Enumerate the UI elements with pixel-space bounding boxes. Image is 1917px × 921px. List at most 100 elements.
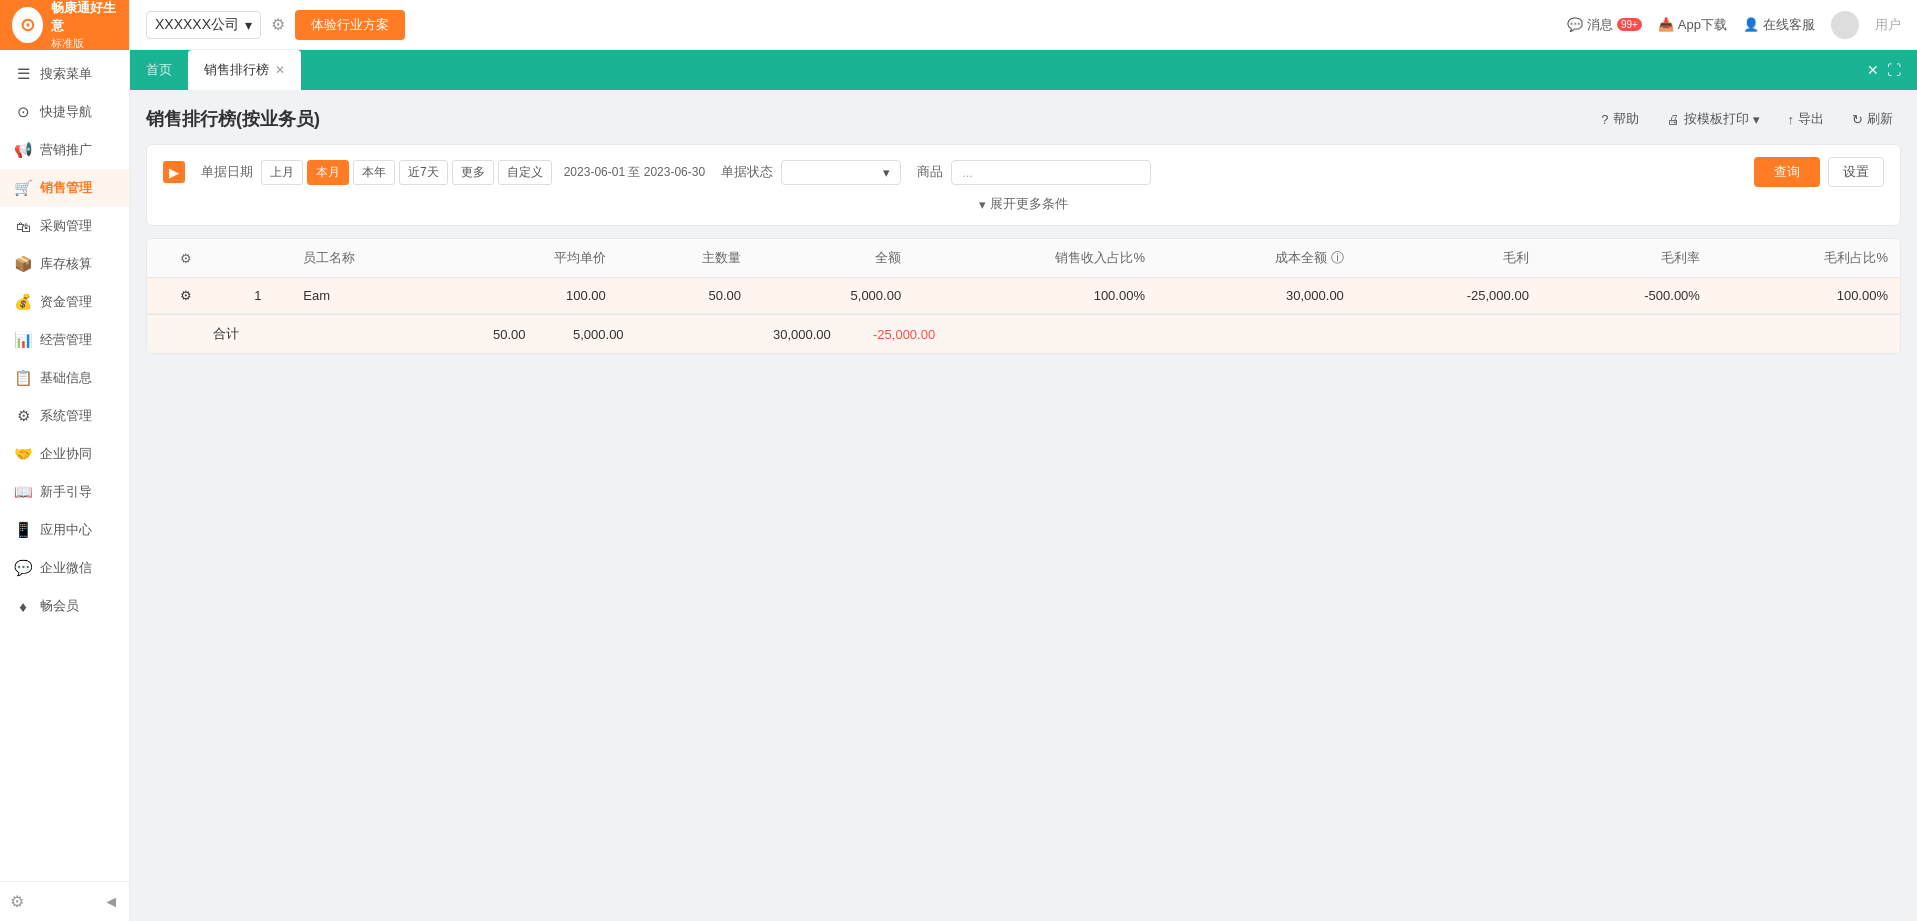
vip-icon: ♦ (14, 598, 32, 615)
table-header-row: ⚙ 员工名称 平均单价 主数量 全额 销售收入占比% 成本全额 ⓘ 毛利 毛利率… (147, 239, 1900, 278)
sidebar-item-vip[interactable]: ♦ 畅会员 (0, 587, 129, 625)
tab-controls: ✕ ⛶ (1867, 62, 1917, 78)
row-qty: 50.00 (618, 278, 753, 314)
page-actions: ? 帮助 🖨 按模板打印 ▾ ↑ 导出 ↻ 刷新 (1593, 106, 1901, 132)
online-service-button[interactable]: 👤 在线客服 (1743, 16, 1815, 34)
date-btn-custom[interactable]: 自定义 (498, 160, 552, 185)
date-btn-this-year[interactable]: 本年 (353, 160, 395, 185)
col-settings[interactable]: ⚙ (147, 239, 224, 278)
status-filter: 单据状态 ▾ (721, 160, 901, 185)
help-icon: ? (1601, 112, 1608, 127)
filter-action-buttons: 查询 设置 (1754, 157, 1884, 187)
company-selector[interactable]: XXXXXX公司 ▾ (146, 11, 261, 39)
tab-home[interactable]: 首页 (130, 50, 188, 90)
date-btn-last-7days[interactable]: 近7天 (399, 160, 448, 185)
sidebar-item-quick-nav[interactable]: ⊙ 快捷导航 (0, 93, 129, 131)
sidebar-settings-icon[interactable]: ⚙ (10, 892, 24, 911)
tab-close-all-icon[interactable]: ✕ (1867, 62, 1879, 78)
sidebar-item-system-mgmt[interactable]: ⚙ 系统管理 (0, 397, 129, 435)
trial-button[interactable]: 体验行业方案 (295, 10, 405, 40)
chevron-down-icon: ▾ (979, 197, 986, 212)
logo-icon: ⊙ (12, 7, 43, 43)
date-buttons: 上月 本月 本年 近7天 更多 自定义 (261, 160, 552, 185)
topbar-settings-icon[interactable]: ⚙ (271, 15, 285, 34)
sidebar-logo: ⊙ 畅康通好生意 标准版 (0, 0, 129, 50)
enterprise-wechat-icon: 💬 (14, 559, 32, 577)
refresh-button[interactable]: ↻ 刷新 (1844, 106, 1901, 132)
app-download-button[interactable]: 📥 App下载 (1658, 16, 1727, 34)
marketing-icon: 📢 (14, 141, 32, 159)
help-button[interactable]: ? 帮助 (1593, 106, 1646, 132)
capital-mgmt-icon: 💰 (14, 293, 32, 311)
row-sales-ratio: 100.00% (913, 278, 1157, 314)
sidebar-item-newbie-guide[interactable]: 📖 新手引导 (0, 473, 129, 511)
main-content: 销售排行榜(按业务员) ? 帮助 🖨 按模板打印 ▾ ↑ 导出 ↻ 刷新 (130, 90, 1917, 921)
date-btn-more[interactable]: 更多 (452, 160, 494, 185)
tab-sales-ranking[interactable]: 销售排行榜 ✕ (188, 50, 301, 90)
print-icon: 🖨 (1667, 112, 1680, 127)
footer-label: 合计 (201, 325, 281, 343)
sidebar-collapse-icon[interactable]: ◄ (103, 893, 119, 911)
col-gross-margin: 毛利率 (1541, 239, 1712, 278)
basic-info-icon: 📋 (14, 369, 32, 387)
footer-amount: 5,000.00 (561, 327, 661, 342)
row-settings[interactable]: ⚙ (147, 278, 224, 314)
col-rank (224, 239, 291, 278)
table-footer: 合计 50.00 5,000.00 30,000.00 -25,000.00 (147, 314, 1900, 353)
expand-more-button[interactable]: ▾ 展开更多条件 (163, 195, 1884, 213)
sidebar-item-enterprise-collab[interactable]: 🤝 企业协同 (0, 435, 129, 473)
user-avatar[interactable] (1831, 11, 1859, 39)
sidebar-item-enterprise-wechat[interactable]: 💬 企业微信 (0, 549, 129, 587)
sidebar-item-operation-mgmt[interactable]: 📊 经营管理 (0, 321, 129, 359)
col-sales-ratio: 销售收入占比% (913, 239, 1157, 278)
sidebar-item-search-orders[interactable]: ☰ 搜索菜单 (0, 55, 129, 93)
chevron-down-icon: ▾ (883, 165, 890, 180)
tab-close-icon[interactable]: ✕ (275, 63, 285, 77)
table-container: ⚙ 员工名称 平均单价 主数量 全额 销售收入占比% 成本全额 ⓘ 毛利 毛利率… (146, 238, 1901, 354)
topbar-left: XXXXXX公司 ▾ ⚙ 体验行业方案 (146, 10, 405, 40)
query-button[interactable]: 查询 (1754, 157, 1820, 187)
page-header: 销售排行榜(按业务员) ? 帮助 🖨 按模板打印 ▾ ↑ 导出 ↻ 刷新 (146, 106, 1901, 132)
operation-mgmt-icon: 📊 (14, 331, 32, 349)
page-title: 销售排行榜(按业务员) (146, 107, 320, 131)
sidebar-item-sales-mgmt[interactable]: 🛒 销售管理 (0, 169, 129, 207)
date-btn-this-month[interactable]: 本月 (307, 160, 349, 185)
col-profit-ratio: 毛利占比% (1712, 239, 1900, 278)
filter-collapse-btn[interactable]: ▶ (163, 161, 185, 183)
col-cost-amount: 成本全额 ⓘ (1157, 239, 1356, 278)
sidebar-item-capital-mgmt[interactable]: 💰 资金管理 (0, 283, 129, 321)
sidebar-item-inventory[interactable]: 📦 库存核算 (0, 245, 129, 283)
goods-input[interactable]: ... (951, 160, 1151, 185)
col-name: 员工名称 (291, 239, 454, 278)
col-amount: 全额 (753, 239, 913, 278)
topbar: XXXXXX公司 ▾ ⚙ 体验行业方案 💬 消息 99+ 📥 App下载 👤 在… (130, 0, 1917, 50)
sidebar-bottom: ⚙ ◄ (0, 881, 129, 921)
footer-qty: 50.00 (481, 327, 561, 342)
service-icon: 👤 (1743, 17, 1759, 32)
export-button[interactable]: ↑ 导出 (1780, 106, 1833, 132)
goods-label: 商品 (917, 163, 943, 181)
sidebar-nav: ☰ 搜索菜单 ⊙ 快捷导航 📢 营销推广 🛒 销售管理 🛍 采购管理 📦 库存核… (0, 50, 129, 881)
sidebar-item-marketing[interactable]: 📢 营销推广 (0, 131, 129, 169)
date-range-text: 2023-06-01 至 2023-06-30 (564, 164, 705, 181)
export-icon: ↑ (1788, 112, 1795, 127)
status-label: 单据状态 (721, 163, 773, 181)
tab-expand-icon[interactable]: ⛶ (1887, 62, 1901, 78)
message-button[interactable]: 💬 消息 99+ (1567, 16, 1642, 34)
footer-cost-amount: 30,000.00 (761, 327, 861, 342)
row-gross-profit: -25,000.00 (1356, 278, 1541, 314)
filter-row-1: ▶ 单据日期 上月 本月 本年 近7天 更多 自定义 2023-06-01 至 … (163, 157, 1884, 187)
sidebar-item-basic-info[interactable]: 📋 基础信息 (0, 359, 129, 397)
newbie-guide-icon: 📖 (14, 483, 32, 501)
settings-small-button[interactable]: 设置 (1828, 157, 1884, 187)
data-table: ⚙ 员工名称 平均单价 主数量 全额 销售收入占比% 成本全额 ⓘ 毛利 毛利率… (147, 239, 1900, 314)
date-filter: 单据日期 上月 本月 本年 近7天 更多 自定义 2023-06-01 至 20… (201, 160, 705, 185)
row-cost-amount: 30,000.00 (1157, 278, 1356, 314)
user-name-text: 用户 (1875, 16, 1901, 34)
sidebar-item-app-center[interactable]: 📱 应用中心 (0, 511, 129, 549)
sidebar-item-purchase-mgmt[interactable]: 🛍 采购管理 (0, 207, 129, 245)
date-btn-last-month[interactable]: 上月 (261, 160, 303, 185)
filter-panel: ▶ 单据日期 上月 本月 本年 近7天 更多 自定义 2023-06-01 至 … (146, 144, 1901, 226)
print-button[interactable]: 🖨 按模板打印 ▾ (1659, 106, 1768, 132)
status-select[interactable]: ▾ (781, 160, 901, 185)
